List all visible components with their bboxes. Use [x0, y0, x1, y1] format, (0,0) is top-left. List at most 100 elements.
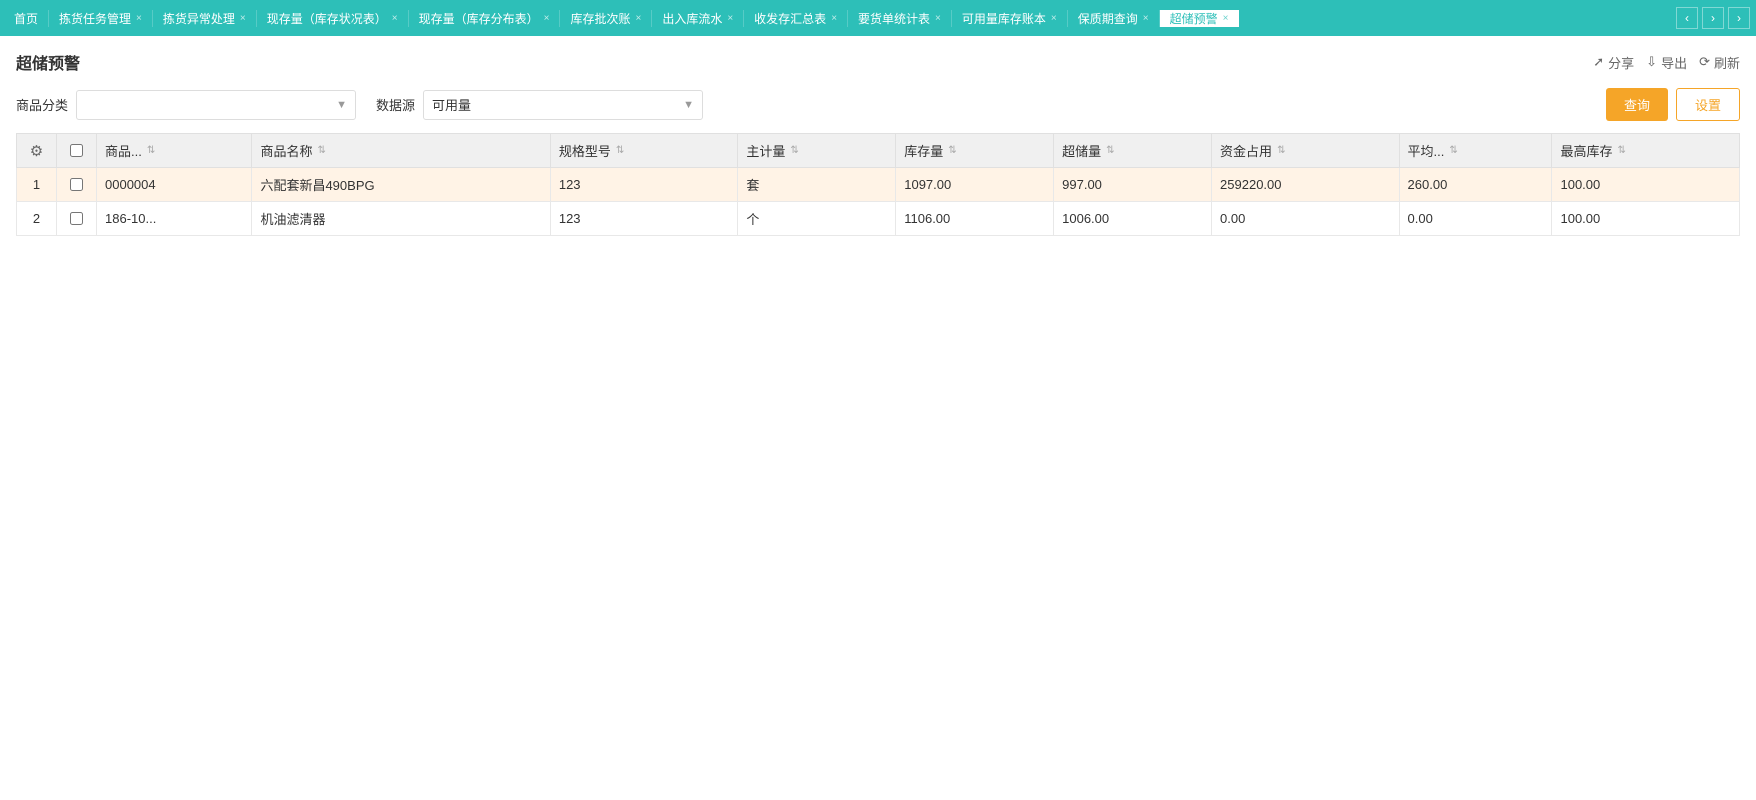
- nav-close-icon-6[interactable]: ×: [727, 13, 733, 24]
- row-index: 1: [17, 168, 57, 202]
- header-actions: ➚ 分享 ⇩ 导出 ⟳ 刷新: [1593, 53, 1740, 72]
- nav-item-4[interactable]: 现存量（库存分布表）×: [409, 10, 561, 27]
- row-code: 186-10...: [97, 202, 252, 236]
- datasource-label: 数据源: [376, 95, 415, 114]
- nav-item-11[interactable]: 超储预警×: [1160, 10, 1240, 27]
- row-avg: 0.00: [1399, 202, 1552, 236]
- share-button[interactable]: ➚ 分享: [1593, 53, 1634, 72]
- datasource-select[interactable]: 可用量 ▼: [423, 90, 703, 120]
- export-button[interactable]: ⇩ 导出: [1646, 53, 1687, 72]
- row-spec: 123: [550, 202, 737, 236]
- nav-item-1[interactable]: 拣货任务管理×: [49, 10, 153, 27]
- nav-close-icon-2[interactable]: ×: [240, 13, 246, 24]
- th-capital: 资金占用 ⇅: [1212, 134, 1399, 168]
- share-icon: ➚: [1593, 54, 1604, 70]
- sort-stock-icon[interactable]: ⇅: [948, 145, 956, 156]
- sort-unit-icon[interactable]: ⇅: [790, 145, 798, 156]
- page-content: 超储预警 ➚ 分享 ⇩ 导出 ⟳ 刷新 商品分类 ▼ 数据源: [0, 36, 1756, 800]
- datasource-value: 可用量: [432, 95, 471, 114]
- row-stock: 1106.00: [896, 202, 1054, 236]
- page-header: 超储预警 ➚ 分享 ⇩ 导出 ⟳ 刷新: [16, 50, 1740, 74]
- row-index: 2: [17, 202, 57, 236]
- nav-item-3[interactable]: 现存量（库存状况表）×: [257, 10, 409, 27]
- th-stock: 库存量 ⇅: [896, 134, 1054, 168]
- row-name: 机油滤清器: [252, 202, 550, 236]
- refresh-button[interactable]: ⟳ 刷新: [1699, 53, 1740, 72]
- settings-button[interactable]: 设置: [1676, 88, 1740, 121]
- nav-item-5[interactable]: 库存批次账×: [560, 10, 652, 27]
- refresh-icon: ⟳: [1699, 54, 1710, 70]
- th-settings[interactable]: ⚙: [17, 134, 57, 168]
- category-label: 商品分类: [16, 95, 68, 114]
- nav-item-8[interactable]: 要货单统计表×: [848, 10, 952, 27]
- th-name: 商品名称 ⇅: [252, 134, 550, 168]
- row-unit: 个: [738, 202, 896, 236]
- category-select[interactable]: ▼: [76, 90, 356, 120]
- table-row: 1 0000004六配套新昌490BPG123套1097.00997.002592…: [17, 168, 1740, 202]
- category-filter-group: 商品分类 ▼: [16, 90, 356, 120]
- sort-name-icon[interactable]: ⇅: [317, 145, 325, 156]
- page-title: 超储预警: [16, 50, 80, 74]
- nav-close-icon-9[interactable]: ×: [1051, 13, 1057, 24]
- export-icon: ⇩: [1646, 54, 1657, 70]
- gear-icon[interactable]: ⚙: [30, 143, 43, 160]
- sort-spec-icon[interactable]: ⇅: [616, 145, 624, 156]
- th-maxstock: 最高库存 ⇅: [1552, 134, 1740, 168]
- nav-close-icon-1[interactable]: ×: [136, 13, 142, 24]
- sort-maxstock-icon[interactable]: ⇅: [1618, 145, 1626, 156]
- nav-close-icon-4[interactable]: ×: [544, 13, 550, 24]
- row-overstock: 1006.00: [1054, 202, 1212, 236]
- row-maxstock: 100.00: [1552, 168, 1740, 202]
- row-checkbox[interactable]: [57, 202, 97, 236]
- data-table: ⚙ 商品... ⇅ 商品名称 ⇅: [16, 133, 1740, 236]
- table-header: ⚙ 商品... ⇅ 商品名称 ⇅: [17, 134, 1740, 168]
- filter-row: 商品分类 ▼ 数据源 可用量 ▼ 查询 设置: [16, 88, 1740, 121]
- nav-item-10[interactable]: 保质期查询×: [1068, 10, 1160, 27]
- nav-close-icon-3[interactable]: ×: [392, 13, 398, 24]
- row-name: 六配套新昌490BPG: [252, 168, 550, 202]
- th-spec: 规格型号 ⇅: [550, 134, 737, 168]
- nav-item-2[interactable]: 拣货异常处理×: [153, 10, 257, 27]
- category-arrow-icon: ▼: [336, 99, 347, 111]
- nav-item-6[interactable]: 出入库流水×: [652, 10, 744, 27]
- th-unit: 主计量 ⇅: [738, 134, 896, 168]
- row-capital: 0.00: [1212, 202, 1399, 236]
- row-overstock: 997.00: [1054, 168, 1212, 202]
- nav-close-icon-7[interactable]: ×: [831, 13, 837, 24]
- th-overstock: 超储量 ⇅: [1054, 134, 1212, 168]
- row-capital: 259220.00: [1212, 168, 1399, 202]
- row-code: 0000004: [97, 168, 252, 202]
- table-row: 2186-10...机油滤清器123个1106.001006.000.000.0…: [17, 202, 1740, 236]
- nav-item-7[interactable]: 收发存汇总表×: [744, 10, 848, 27]
- row-checkbox-input[interactable]: [70, 178, 83, 191]
- th-avg: 平均... ⇅: [1399, 134, 1552, 168]
- filter-actions: 查询 设置: [1606, 88, 1740, 121]
- nav-close-icon-11[interactable]: ×: [1223, 13, 1229, 24]
- row-avg: 260.00: [1399, 168, 1552, 202]
- query-button[interactable]: 查询: [1606, 88, 1668, 121]
- sort-overstock-icon[interactable]: ⇅: [1106, 145, 1114, 156]
- row-spec: 123: [550, 168, 737, 202]
- top-navigation: 首页拣货任务管理×拣货异常处理×现存量（库存状况表）×现存量（库存分布表）×库存…: [0, 0, 1756, 36]
- datasource-filter-group: 数据源 可用量 ▼: [376, 90, 703, 120]
- row-checkbox-input[interactable]: [70, 212, 83, 225]
- nav-prev-arrow[interactable]: ‹: [1676, 7, 1698, 29]
- nav-close-icon-5[interactable]: ×: [635, 13, 641, 24]
- nav-close-icon-10[interactable]: ×: [1143, 13, 1149, 24]
- select-all-checkbox[interactable]: [70, 144, 83, 157]
- nav-close-icon-8[interactable]: ×: [935, 13, 941, 24]
- th-checkbox: [57, 134, 97, 168]
- sort-avg-icon[interactable]: ⇅: [1449, 145, 1457, 156]
- sort-code-icon[interactable]: ⇅: [147, 145, 155, 156]
- row-unit: 套: [738, 168, 896, 202]
- row-stock: 1097.00: [896, 168, 1054, 202]
- nav-next-arrow[interactable]: ›: [1702, 7, 1724, 29]
- row-checkbox[interactable]: [57, 168, 97, 202]
- th-code: 商品... ⇅: [97, 134, 252, 168]
- nav-item-0[interactable]: 首页: [4, 10, 49, 27]
- nav-expand-arrow[interactable]: ›: [1728, 7, 1750, 29]
- sort-capital-icon[interactable]: ⇅: [1277, 145, 1285, 156]
- nav-item-9[interactable]: 可用量库存账本×: [952, 10, 1068, 27]
- row-maxstock: 100.00: [1552, 202, 1740, 236]
- table-body: 1 0000004六配套新昌490BPG123套1097.00997.002592…: [17, 168, 1740, 236]
